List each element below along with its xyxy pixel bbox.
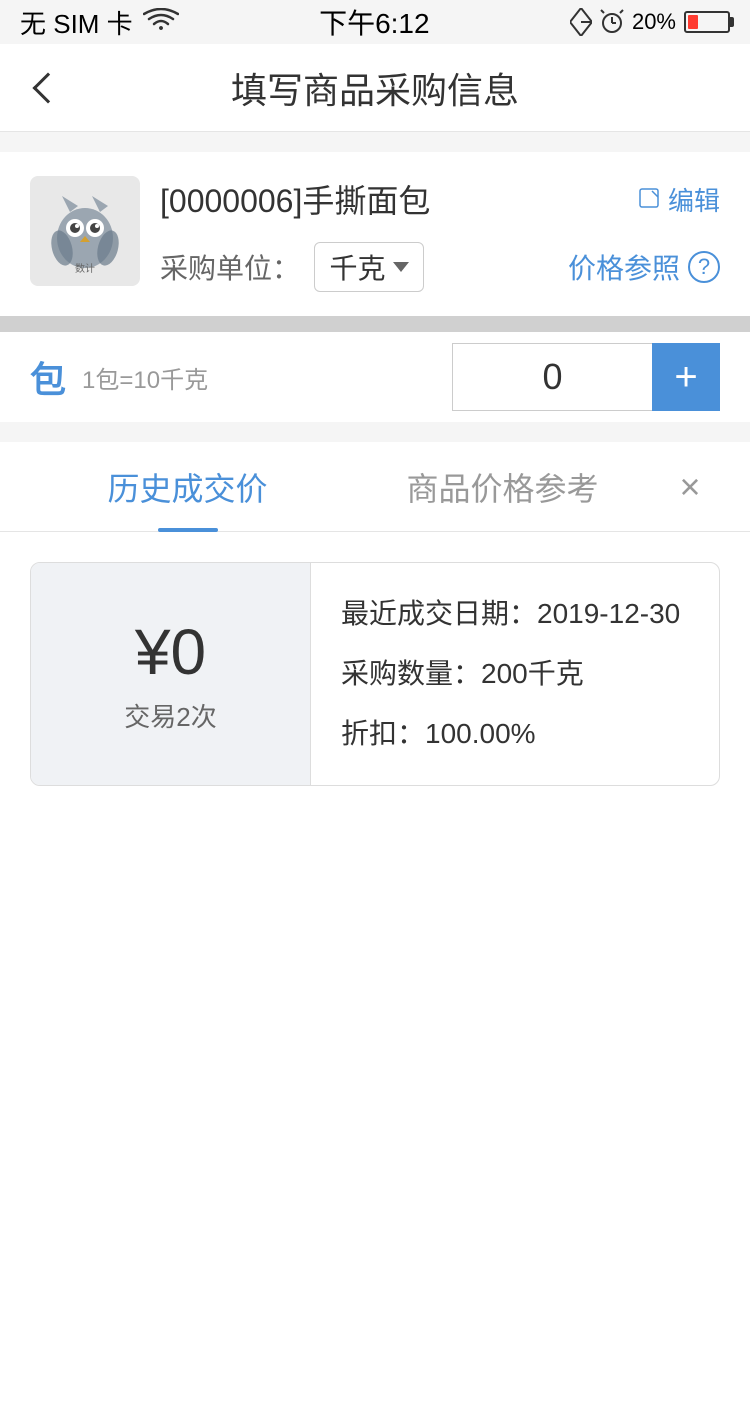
battery-percent: 20% [632,9,676,35]
tabs-close-button[interactable]: × [660,457,720,517]
product-info: [0000006]手撕面包 编辑 采购单位： 千克 价格参照 ? [160,176,720,292]
price-amount: ¥0 [135,615,206,689]
price-card: ¥0 交易2次 最近成交日期：2019-12-30 采购数量：200千克 折扣：… [30,562,720,786]
quantity-input[interactable] [452,343,652,411]
back-arrow-icon [32,72,63,103]
price-card-right: 最近成交日期：2019-12-30 采购数量：200千克 折扣：100.00% [311,563,719,785]
price-quantity-row: 采购数量：200千克 [341,653,689,695]
price-quantity-value: 200千克 [481,658,584,689]
dropdown-arrow-icon [393,262,409,272]
tab-product-price-ref-label: 商品价格参考 [406,464,598,510]
alarm-icon [600,9,624,35]
quantity-unit: 包 [30,351,66,403]
section-divider [0,316,750,332]
tabs-header: 历史成交价 商品价格参考 × [0,442,750,532]
quantity-label: 包 1包=10千克 [30,351,208,403]
main-content-area [0,816,750,1416]
price-discount-label: 折扣： [341,718,425,749]
quantity-plus-button[interactable]: + [652,343,720,411]
carrier-text: 无 SIM 卡 [20,4,133,41]
tabs-section: 历史成交价 商品价格参考 × ¥0 交易2次 最近成交日期：2019-12-30… [0,442,750,1416]
price-quantity-label: 采购数量： [341,658,481,689]
edit-icon [638,187,662,211]
battery-icon [684,11,730,33]
price-transactions: 交易2次 [124,697,216,734]
status-bar: 无 SIM 卡 下午6:12 20% [0,0,750,44]
wifi-icon [143,8,179,36]
quantity-row: 包 1包=10千克 + [0,332,750,422]
product-name: [0000006]手撕面包 [160,176,430,222]
page-title: 填写商品采购信息 [80,62,670,114]
status-time: 下午6:12 [319,2,430,42]
back-button[interactable] [0,44,80,132]
price-card-left: ¥0 交易2次 [31,563,311,785]
location-icon [570,8,592,36]
tab-history-price[interactable]: 历史成交价 [30,442,345,532]
edit-label: 编辑 [668,181,720,218]
status-right: 20% [570,8,730,36]
tab-history-price-label: 历史成交价 [107,464,267,510]
status-left: 无 SIM 卡 [20,4,179,41]
product-image: 数计 [30,176,140,286]
price-date-label: 最近成交日期： [341,598,537,629]
price-discount-row: 折扣：100.00% [341,713,689,755]
close-icon: × [679,466,700,508]
svg-text:数计: 数计 [75,262,95,275]
edit-button[interactable]: 编辑 [638,181,720,218]
tab-product-price-ref[interactable]: 商品价格参考 [345,442,660,532]
unit-row: 采购单位： 千克 价格参照 ? [160,242,720,292]
price-ref-button[interactable]: 价格参照 ? [568,247,720,287]
price-date-row: 最近成交日期：2019-12-30 [341,593,689,635]
unit-label-group: 采购单位： 千克 [160,242,424,292]
quantity-input-group: + [452,343,720,411]
price-card-container: ¥0 交易2次 最近成交日期：2019-12-30 采购数量：200千克 折扣：… [0,532,750,816]
question-icon: ? [688,251,720,283]
product-card: 数计 [0000006]手撕面包 编辑 采购单位： 千克 价 [0,152,750,316]
quantity-conversion: 1包=10千克 [82,360,208,395]
header: 填写商品采购信息 [0,44,750,132]
price-ref-label: 价格参照 [568,247,680,287]
product-logo: 数计 [40,186,130,276]
price-discount-value: 100.00% [425,718,536,749]
price-date-value: 2019-12-30 [537,598,680,629]
unit-label: 采购单位： [160,253,300,284]
product-name-row: [0000006]手撕面包 编辑 [160,176,720,222]
unit-value: 千克 [329,247,385,287]
unit-select[interactable]: 千克 [314,242,424,292]
